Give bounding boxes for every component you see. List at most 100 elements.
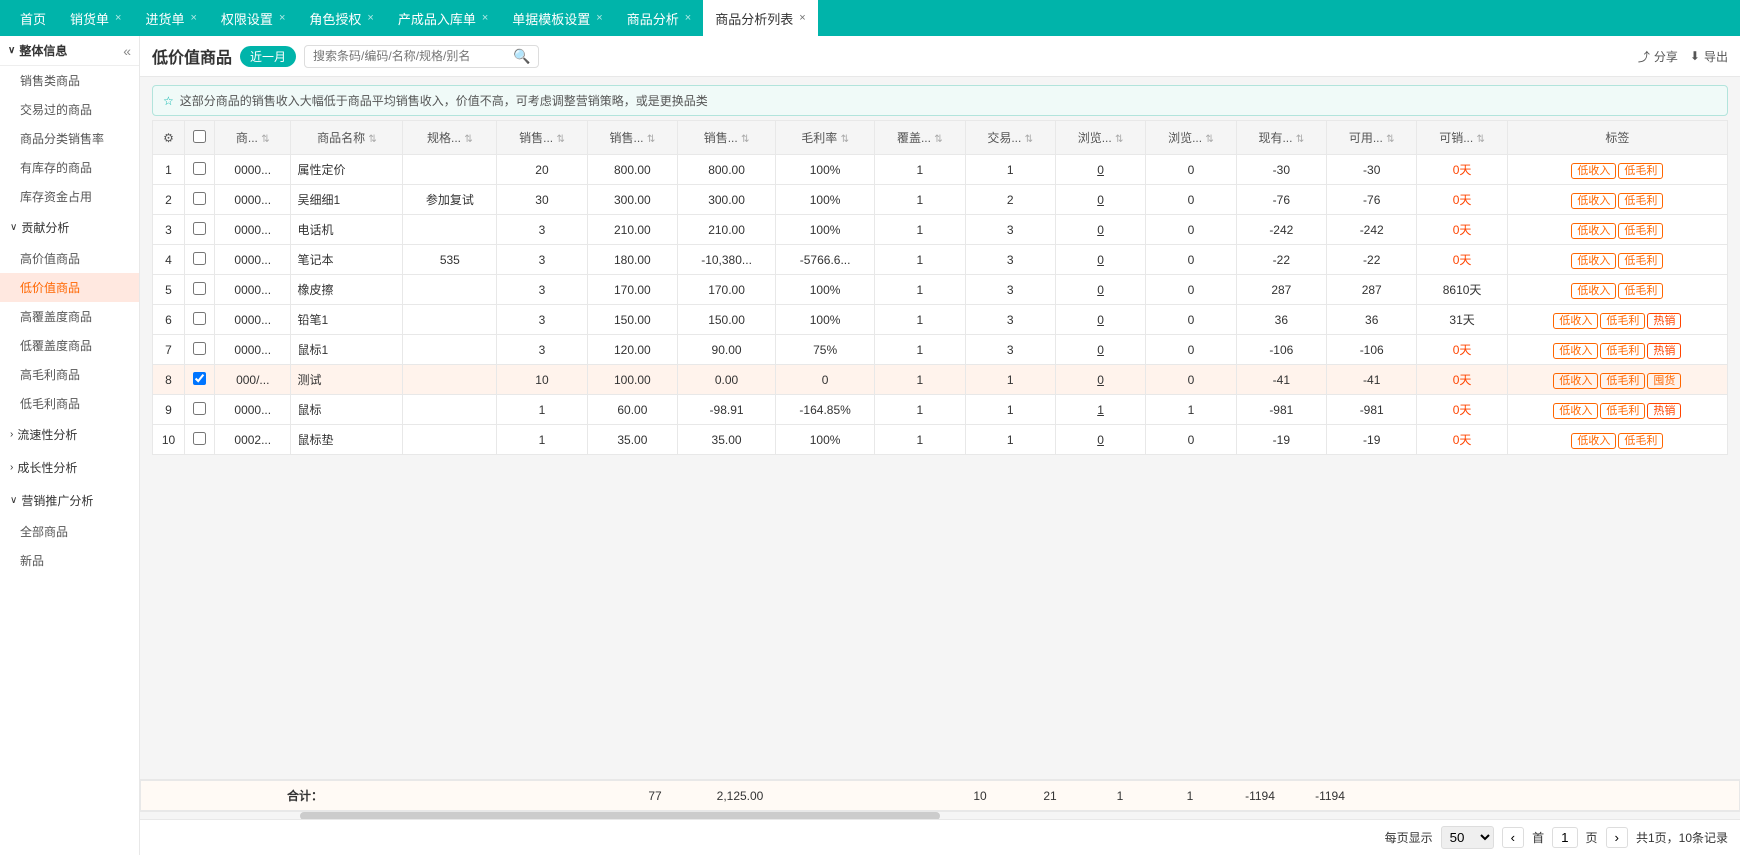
sidebar-item-traded-products[interactable]: 交易过的商品 [0,95,139,124]
col-available[interactable]: 可用... ⇅ [1327,121,1417,155]
filter-tag-month[interactable]: 近一月 [240,46,296,67]
next-page-button[interactable]: › [1606,827,1628,848]
cell-name: 鼠标 [291,395,403,425]
tag: 低毛利 [1600,343,1645,359]
close-icon[interactable]: × [190,12,196,24]
sidebar-group-growth[interactable]: ›成长性分析 [0,451,139,484]
cell-sales-avg: 170.00 [678,275,776,305]
table-row: 2 0000... 吴细细1 参加复试 30 300.00 300.00 100… [153,185,1728,215]
col-current[interactable]: 现有... ⇅ [1236,121,1326,155]
col-code[interactable]: 商... ⇅ [215,121,291,155]
nav-sales-order[interactable]: 销货单 × [58,0,133,36]
share-button[interactable]: ⤴ 分享 [1638,48,1678,65]
export-button[interactable]: ⬇ 导出 [1690,48,1728,65]
cell-browse2: 0 [1146,335,1236,365]
col-trade[interactable]: 交易... ⇅ [965,121,1055,155]
table-container[interactable]: ⚙ 商... ⇅ 商品名称 ⇅ 规格... ⇅ 销售... ⇅ 销售... ⇅ … [152,120,1728,779]
sidebar-item-low-coverage[interactable]: 低覆盖度商品 [0,331,139,360]
cell-checkbox[interactable] [185,365,215,395]
select-all-checkbox[interactable] [193,130,206,143]
cell-checkbox[interactable] [185,425,215,455]
first-page-button[interactable]: ‹ [1502,827,1524,848]
sidebar-item-category-rate[interactable]: 商品分类销售率 [0,124,139,153]
cell-checkbox[interactable] [185,215,215,245]
close-icon[interactable]: × [279,12,285,24]
col-saleable[interactable]: 可销... ⇅ [1417,121,1507,155]
col-sales-amt[interactable]: 销售... ⇅ [587,121,677,155]
table-row: 5 0000... 橡皮擦 3 170.00 170.00 100% 1 3 0… [153,275,1728,305]
cell-current: -981 [1236,395,1326,425]
cell-checkbox[interactable] [185,395,215,425]
tag: 低收入 [1571,283,1616,299]
cell-checkbox[interactable] [185,335,215,365]
close-icon[interactable]: × [685,12,691,24]
cell-checkbox[interactable] [185,275,215,305]
cell-spec: 535 [403,245,497,275]
sidebar-item-high-coverage[interactable]: 高覆盖度商品 [0,302,139,331]
cell-checkbox[interactable] [185,305,215,335]
cell-gross-rate: -164.85% [776,395,875,425]
page-size-select[interactable]: 50 10 20 100 [1441,826,1494,849]
cell-checkbox[interactable] [185,185,215,215]
sidebar-item-high-value[interactable]: 高价值商品 [0,244,139,273]
search-input[interactable] [313,49,513,63]
cell-name: 电话机 [291,215,403,245]
sidebar-item-low-value[interactable]: 低价值商品 [0,273,139,302]
nav-purchase-order[interactable]: 进货单 × [133,0,208,36]
sidebar-group-contribution[interactable]: ∨贡献分析 [0,211,139,244]
sidebar-item-all-products[interactable]: 全部商品 [0,517,139,546]
cell-browse2: 1 [1146,395,1236,425]
sidebar-item-with-stock[interactable]: 有库存的商品 [0,153,139,182]
col-tags[interactable]: 标签 [1507,121,1727,155]
bottom-bar: 合计： 77 2,125.00 10 21 1 1 -1194 [140,779,1740,855]
sidebar-item-new-products[interactable]: 新品 [0,546,139,575]
nav-role-auth[interactable]: 角色授权 × [297,0,385,36]
col-spec[interactable]: 规格... ⇅ [403,121,497,155]
current-page-button[interactable]: 1 [1552,827,1577,848]
close-icon[interactable]: × [115,12,121,24]
sidebar-item-stock-capital[interactable]: 库存资金占用 [0,182,139,211]
close-icon[interactable]: × [367,12,373,24]
cell-trade: 3 [965,275,1055,305]
nav-product-analysis-list[interactable]: 商品分析列表 × [703,0,817,36]
cell-coverage: 1 [875,335,965,365]
cell-current: -22 [1236,245,1326,275]
sidebar-group-marketing[interactable]: ∨营销推广分析 [0,484,139,517]
nav-permission[interactable]: 权限设置 × [209,0,297,36]
col-settings[interactable]: ⚙ [153,121,185,155]
nav-template-settings[interactable]: 单据模板设置 × [500,0,614,36]
col-sales-avg[interactable]: 销售... ⇅ [678,121,776,155]
tag: 低收入 [1553,373,1598,389]
search-icon[interactable]: 🔍 [513,48,530,65]
nav-product-analysis[interactable]: 商品分析 × [615,0,703,36]
cell-checkbox[interactable] [185,245,215,275]
cell-available: 36 [1327,305,1417,335]
sidebar-collapse-button[interactable]: « [123,43,131,59]
cell-browse1: 0 [1055,155,1145,185]
col-name[interactable]: 商品名称 ⇅ [291,121,403,155]
cell-code: 0000... [215,395,291,425]
col-browse1[interactable]: 浏览... ⇅ [1055,121,1145,155]
cell-current: 287 [1236,275,1326,305]
sidebar-item-low-margin[interactable]: 低毛利商品 [0,389,139,418]
close-icon[interactable]: × [799,12,805,24]
sidebar-group-velocity[interactable]: ›流速性分析 [0,418,139,451]
col-gross-rate[interactable]: 毛利率 ⇅ [776,121,875,155]
cell-checkbox[interactable] [185,155,215,185]
close-icon[interactable]: × [596,12,602,24]
table-row: 10 0002... 鼠标垫 1 35.00 35.00 100% 1 1 0 … [153,425,1728,455]
sidebar-item-sales-products[interactable]: 销售类商品 [0,66,139,95]
cell-current: -19 [1236,425,1326,455]
nav-product-storage[interactable]: 产成品入库单 × [386,0,500,36]
cell-num: 1 [153,155,185,185]
cell-available: -106 [1327,335,1417,365]
close-icon[interactable]: × [482,12,488,24]
sidebar-item-high-margin[interactable]: 高毛利商品 [0,360,139,389]
sidebar-group-overall[interactable]: ∨整体信息 [8,42,123,59]
col-coverage[interactable]: 覆盖... ⇅ [875,121,965,155]
cell-trade: 1 [965,395,1055,425]
nav-home[interactable]: 首页 [8,0,58,36]
col-browse2[interactable]: 浏览... ⇅ [1146,121,1236,155]
col-sales-qty[interactable]: 销售... ⇅ [497,121,587,155]
cell-saleable: 0天 [1417,155,1507,185]
